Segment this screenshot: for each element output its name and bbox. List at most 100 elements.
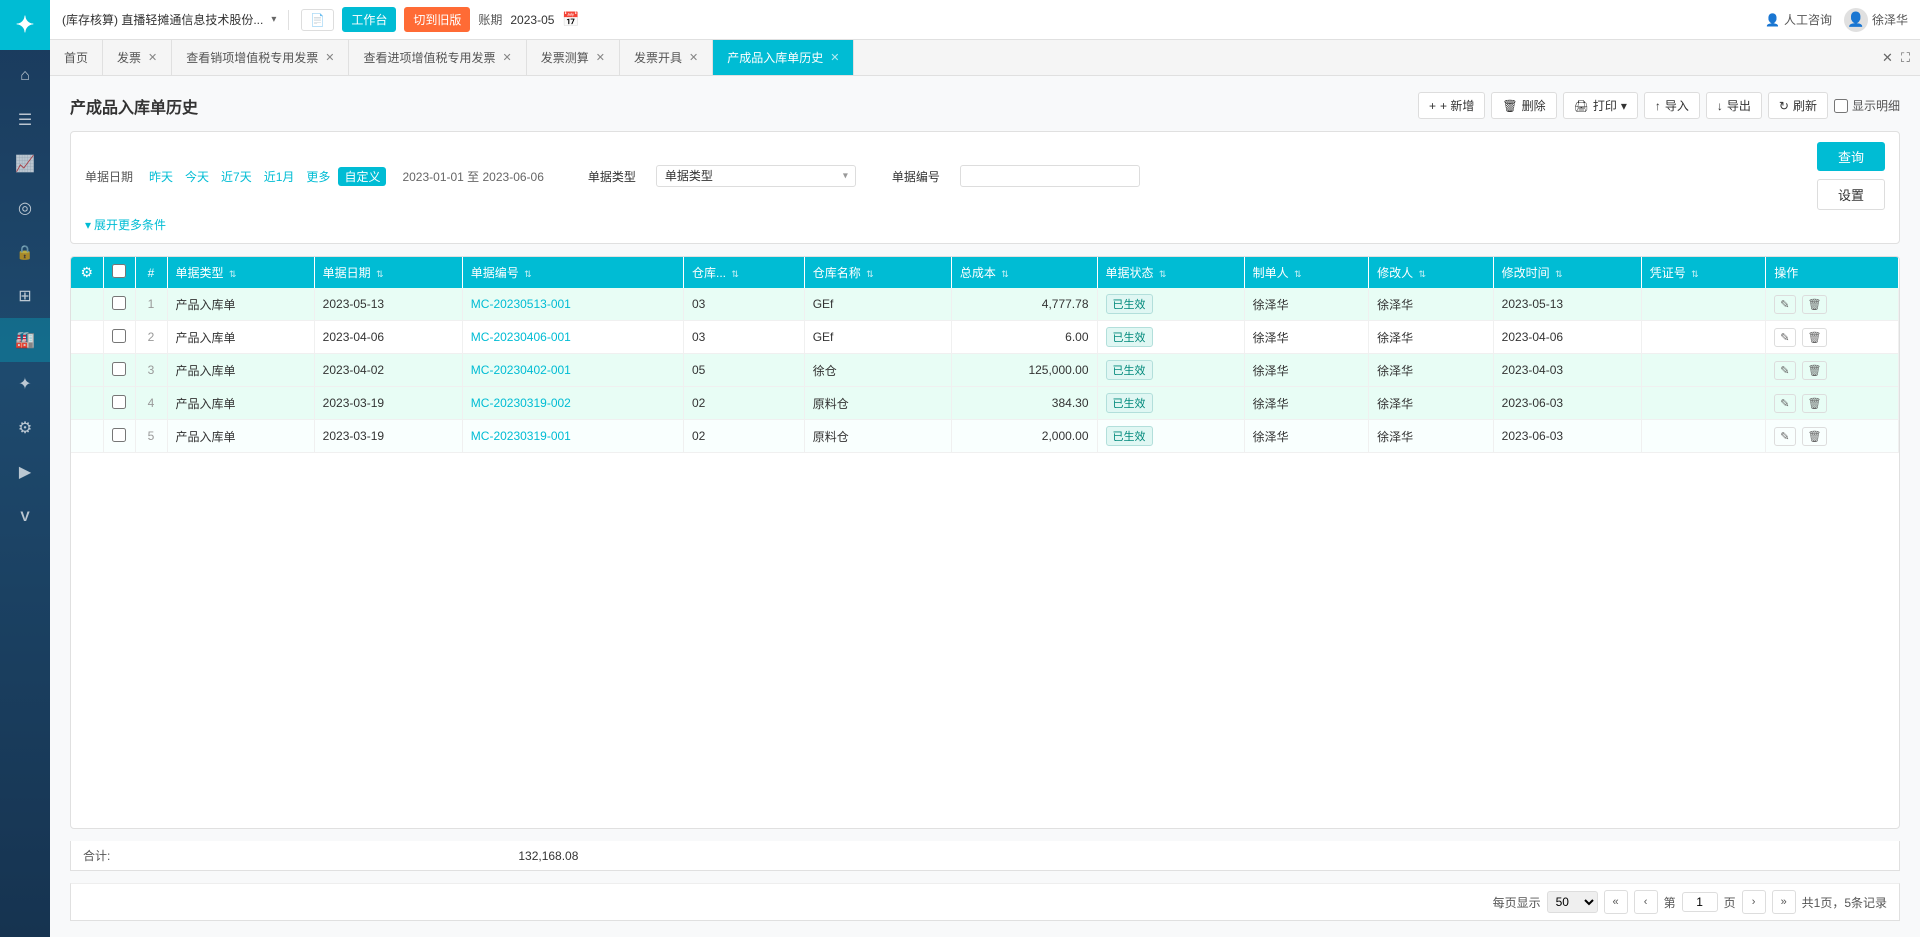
sidebar-item-settings[interactable]: ⚙ (0, 406, 50, 450)
app-logo[interactable]: ✦ (0, 0, 50, 50)
tab-expand-icon[interactable]: ⛶ (1901, 50, 1910, 66)
row-edit-btn-1[interactable]: ✎ (1774, 328, 1795, 347)
sidebar-item-lock[interactable]: 🔒 (0, 230, 50, 274)
tab-product-warehouse-history[interactable]: 产成品入库单历史 ✕ (713, 40, 854, 75)
sidebar-item-graph[interactable]: ◎ (0, 186, 50, 230)
sidebar-item-docs[interactable]: ☰ (0, 98, 50, 142)
td-number-1[interactable]: MC-20230406-001 (462, 321, 683, 354)
th-number[interactable]: 单据编号 ⇅ (462, 257, 683, 288)
import-btn[interactable]: ↑ 导入 (1644, 92, 1700, 119)
prev-page-btn[interactable]: ‹ (1634, 890, 1658, 914)
company-dropdown-icon[interactable]: ▾ (271, 14, 276, 25)
tab-invoice-close[interactable]: ✕ (148, 51, 157, 64)
settings-gear-icon[interactable]: ⚙ (80, 264, 93, 280)
tab-check-sales-vat[interactable]: 查看销项增值税专用发票 ✕ (172, 40, 349, 75)
first-page-btn[interactable]: « (1604, 890, 1628, 914)
row-checkbox-0[interactable] (112, 296, 126, 310)
row-checkbox-2[interactable] (112, 362, 126, 376)
page-number-input[interactable] (1682, 892, 1718, 912)
th-settings[interactable]: ⚙ (71, 257, 103, 288)
th-warehouse-code[interactable]: 仓库... ⇅ (684, 257, 805, 288)
tab-invoice-issue[interactable]: 发票开具 ✕ (620, 40, 713, 75)
sidebar-item-home[interactable]: ⌂ (0, 54, 50, 98)
row-checkbox-4[interactable] (112, 428, 126, 442)
row-delete-btn-4[interactable]: 🗑 (1802, 427, 1828, 446)
tab-invoice[interactable]: 发票 ✕ (103, 40, 172, 75)
th-modify-time[interactable]: 修改时间 ⇅ (1493, 257, 1641, 288)
sidebar-item-video[interactable]: ▶ (0, 450, 50, 494)
td-voucher-4 (1641, 420, 1766, 453)
user-service[interactable]: 👤 人工咨询 (1765, 11, 1832, 28)
th-total-cost[interactable]: 总成本 ⇅ (951, 257, 1097, 288)
th-date[interactable]: 单据日期 ⇅ (314, 257, 462, 288)
tab-check-sales-vat-close[interactable]: ✕ (325, 51, 334, 64)
shortcut-1month[interactable]: 近1月 (260, 167, 299, 186)
refresh-btn[interactable]: ↻ 刷新 (1768, 92, 1828, 119)
td-status-4: 已生效 (1097, 420, 1244, 453)
td-number-3[interactable]: MC-20230319-002 (462, 387, 683, 420)
th-warehouse-name[interactable]: 仓库名称 ⇅ (804, 257, 951, 288)
tab-check-purchase-vat[interactable]: 查看进项增值税专用发票 ✕ (349, 40, 526, 75)
sidebar-item-stamp[interactable]: ✦ (0, 362, 50, 406)
td-checkbox-4[interactable] (103, 420, 135, 453)
row-checkbox-1[interactable] (112, 329, 126, 343)
shortcut-7days[interactable]: 近7天 (217, 167, 256, 186)
delete-btn[interactable]: 🗑 删除 (1491, 92, 1556, 119)
th-voucher-num[interactable]: 凭证号 ⇅ (1641, 257, 1766, 288)
td-number-4[interactable]: MC-20230319-001 (462, 420, 683, 453)
td-checkbox-2[interactable] (103, 354, 135, 387)
td-number-2[interactable]: MC-20230402-001 (462, 354, 683, 387)
user-info[interactable]: 👤 徐泽华 (1844, 8, 1908, 32)
set-btn[interactable]: 设置 (1817, 179, 1885, 210)
sidebar-item-org[interactable]: ⊞ (0, 274, 50, 318)
row-edit-btn-4[interactable]: ✎ (1774, 427, 1795, 446)
num-filter-input[interactable] (960, 165, 1140, 187)
document-btn[interactable]: 📄 (301, 9, 334, 31)
tab-home[interactable]: 首页 (50, 40, 103, 75)
td-checkbox-3[interactable] (103, 387, 135, 420)
tab-invoice-calc[interactable]: 发票测算 ✕ (527, 40, 620, 75)
td-checkbox-0[interactable] (103, 288, 135, 321)
td-number-0[interactable]: MC-20230513-001 (462, 288, 683, 321)
query-btn[interactable]: 查询 (1817, 142, 1885, 171)
row-edit-btn-0[interactable]: ✎ (1774, 295, 1795, 314)
new-btn[interactable]: + + 新增 (1418, 92, 1485, 119)
select-all-checkbox[interactable] (112, 264, 126, 278)
workbench-btn[interactable]: 工作台 (342, 7, 396, 32)
next-page-btn[interactable]: › (1742, 890, 1766, 914)
td-checkbox-1[interactable] (103, 321, 135, 354)
tab-product-warehouse-history-close[interactable]: ✕ (830, 51, 839, 64)
th-type[interactable]: 单据类型 ⇅ (167, 257, 314, 288)
row-delete-btn-1[interactable]: 🗑 (1802, 328, 1828, 347)
export-btn[interactable]: ↓ 导出 (1706, 92, 1762, 119)
shortcut-more[interactable]: 更多 (302, 167, 334, 186)
shortcut-custom[interactable]: 自定义 (338, 167, 386, 186)
sidebar-item-warehouse[interactable]: 🏭 (0, 318, 50, 362)
th-checkbox[interactable] (103, 257, 135, 288)
page-size-select[interactable]: 50 20 100 (1547, 891, 1598, 913)
last-page-btn[interactable]: » (1772, 890, 1796, 914)
expand-conditions-btn[interactable]: ▾ 展开更多条件 (85, 216, 166, 233)
switch-version-btn[interactable]: 切到旧版 (404, 7, 470, 32)
th-status[interactable]: 单据状态 ⇅ (1097, 257, 1244, 288)
th-creator[interactable]: 制单人 ⇅ (1244, 257, 1369, 288)
row-delete-btn-2[interactable]: 🗑 (1802, 361, 1828, 380)
calendar-icon[interactable]: 📅 (562, 11, 579, 28)
th-modifier[interactable]: 修改人 ⇅ (1369, 257, 1494, 288)
shortcut-yesterday[interactable]: 昨天 (145, 167, 177, 186)
tab-invoice-calc-close[interactable]: ✕ (596, 51, 605, 64)
row-delete-btn-0[interactable]: 🗑 (1802, 295, 1828, 314)
row-edit-btn-3[interactable]: ✎ (1774, 394, 1795, 413)
tab-check-purchase-vat-close[interactable]: ✕ (503, 51, 512, 64)
tab-invoice-issue-close[interactable]: ✕ (689, 51, 698, 64)
type-filter-select[interactable]: 单据类型 (656, 165, 856, 187)
shortcut-today[interactable]: 今天 (181, 167, 213, 186)
row-checkbox-3[interactable] (112, 395, 126, 409)
tab-close-all-icon[interactable]: ✕ (1882, 50, 1893, 66)
sidebar-item-chart[interactable]: 📈 (0, 142, 50, 186)
row-delete-btn-3[interactable]: 🗑 (1802, 394, 1828, 413)
show-detail-checkbox[interactable] (1834, 99, 1848, 113)
print-btn[interactable]: 🖨 打印 ▾ (1563, 92, 1638, 119)
row-edit-btn-2[interactable]: ✎ (1774, 361, 1795, 380)
sidebar-item-version[interactable]: V (0, 494, 50, 538)
